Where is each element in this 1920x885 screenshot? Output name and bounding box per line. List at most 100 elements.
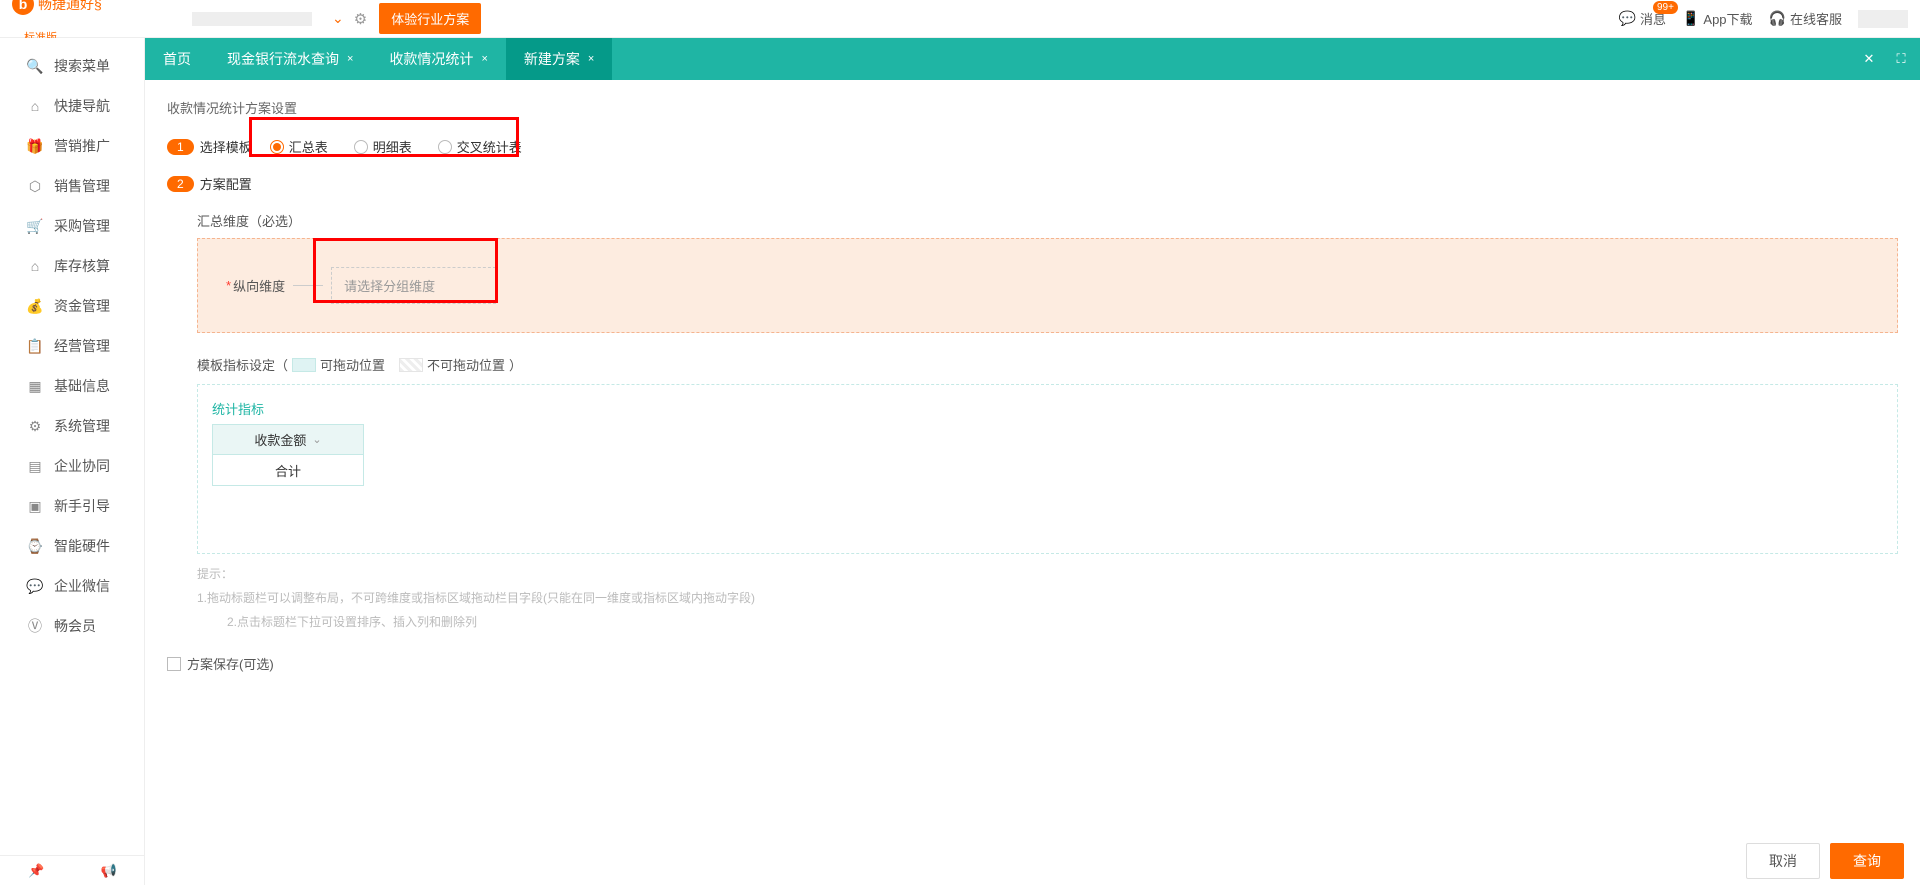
sidebar-item-icon: 🎁 [26, 138, 44, 155]
radio-dot-icon [438, 140, 452, 154]
sidebar-item-8[interactable]: ▦基础信息 [0, 366, 144, 406]
sidebar-item-7[interactable]: 📋 经营管理 [0, 326, 144, 366]
sidebar-item-label: 系统管理 [54, 416, 110, 436]
company-selector[interactable]: ⌄ [192, 10, 354, 27]
logo-icon: b [12, 0, 34, 15]
sidebar-item-label: 企业微信 [54, 576, 110, 596]
sidebar-item-4[interactable]: 🛒采购管理 [0, 206, 144, 246]
company-name-placeholder [192, 12, 312, 26]
query-button[interactable]: 查询 [1830, 843, 1904, 879]
sidebar-footer: 📌 📢 [0, 855, 145, 885]
messages-badge: 99+ [1653, 1, 1678, 14]
tab-label: 收款情况统计 [389, 49, 473, 69]
indicator-header: 统计指标 [212, 399, 1883, 418]
sidebar-item-14[interactable]: Ⓥ 畅会员 [0, 606, 144, 646]
cancel-button[interactable]: 取消 [1746, 843, 1820, 879]
required-star-icon: * [226, 278, 231, 293]
sidebar: 🔍 搜索菜单 ⌂快捷导航 🎁 营销推广 ⬡销售管理🛒采购管理 ⌂ 库存核算 💰 资金管理 📋 经营管理… [0, 38, 145, 885]
sidebar-item-icon: ▤ [26, 458, 44, 475]
hints: 提示： 1.拖动标题栏可以调整布局，不可跨维度或指标区域拖动栏目字段(只能在同一… [197, 562, 1898, 634]
nondraggable-swatch [399, 358, 423, 372]
tab-label: 现金银行流水查询 [227, 49, 339, 69]
avatar[interactable] [1858, 10, 1908, 28]
indicator-table: 收款金额 ⌄ 合计 [212, 424, 364, 486]
top-header: b 畅捷通好§ 标准版 ⌄ ⚙ 体验行业方案 💬 消息 99+ 📱 App下载 … [0, 0, 1920, 38]
close-all-tabs-icon[interactable]: ✕ [1860, 50, 1878, 68]
sidebar-item-3[interactable]: ⬡销售管理 [0, 166, 144, 206]
sidebar-item-icon: ⬡ [26, 178, 44, 195]
content: 收款情况统计方案设置 1 选择模板 汇总表 明细表 [145, 80, 1920, 885]
chevron-down-icon: ⌄ [332, 10, 344, 27]
sidebar-item-icon: Ⓥ [26, 616, 44, 636]
sidebar-item-2[interactable]: 🎁 营销推广 [0, 126, 144, 166]
save-scheme-row: 方案保存(可选) [167, 654, 1898, 673]
sidebar-item-13[interactable]: 💬企业微信 [0, 566, 144, 606]
tab-2[interactable]: 收款情况统计 × [371, 38, 505, 80]
radio-summary[interactable]: 汇总表 [270, 137, 328, 156]
phone-icon: 📱 [1682, 10, 1699, 27]
sidebar-item-label: 畅会员 [54, 616, 96, 636]
sidebar-item-icon: ⌚ [26, 538, 44, 555]
tab-close-icon[interactable]: × [588, 53, 594, 65]
sidebar-item-label: 库存核算 [54, 256, 110, 276]
sidebar-item-label: 新手引导 [54, 496, 110, 516]
sidebar-item-1[interactable]: ⌂快捷导航 [0, 86, 144, 126]
sidebar-item-icon: 💰 [26, 298, 44, 315]
sidebar-item-9[interactable]: ⚙ 系统管理 [0, 406, 144, 446]
sidebar-item-label: 搜索菜单 [54, 56, 110, 76]
save-scheme-checkbox[interactable] [167, 657, 181, 671]
tab-label: 首页 [163, 49, 191, 69]
sidebar-item-12[interactable]: ⌚智能硬件 [0, 526, 144, 566]
radio-cross[interactable]: 交叉统计表 [438, 137, 522, 156]
sidebar-item-icon: ▣ [26, 498, 44, 515]
tab-1[interactable]: 现金银行流水查询 × [209, 38, 371, 80]
tab-close-icon[interactable]: × [481, 53, 487, 65]
support-link[interactable]: 🎧 在线客服 [1769, 9, 1842, 28]
message-icon: 💬 [1619, 10, 1636, 27]
hint-label: 提示： [197, 567, 233, 581]
sidebar-item-label: 经营管理 [54, 336, 110, 356]
tab-0[interactable]: 首页 [145, 38, 209, 80]
indicator-amount-cell[interactable]: 收款金额 ⌄ [213, 425, 363, 455]
sidebar-item-11[interactable]: ▣ 新手引导 [0, 486, 144, 526]
tab-bar: 首页 现金银行流水查询 × 收款情况统计 × 新建方案 × ✕ ⛶ [145, 38, 1920, 80]
logo-text: 畅捷通好§ [38, 0, 102, 14]
tab-label: 新建方案 [524, 49, 580, 69]
tab-close-icon[interactable]: × [347, 53, 353, 65]
sidebar-item-label: 企业协同 [54, 456, 110, 476]
sidebar-item-icon: 📋 [26, 338, 44, 355]
sidebar-item-icon: ⌂ [26, 258, 44, 274]
template-radio-group: 汇总表 明细表 交叉统计表 [270, 137, 522, 156]
indicator-panel: 统计指标 收款金额 ⌄ 合计 [197, 384, 1898, 554]
support-label: 在线客服 [1790, 9, 1842, 28]
messages-link[interactable]: 💬 消息 99+ [1619, 9, 1666, 28]
footer-actions: 取消 查询 [1746, 843, 1904, 879]
group-dimension-dropzone[interactable]: 请选择分组维度 [331, 267, 496, 304]
sidebar-item-label: 资金管理 [54, 296, 110, 316]
sidebar-item-10[interactable]: ▤ 企业协同 [0, 446, 144, 486]
sidebar-item-6[interactable]: 💰 资金管理 [0, 286, 144, 326]
sidebar-item-icon: 🛒 [26, 218, 44, 235]
sidebar-item-0[interactable]: 🔍 搜索菜单 [0, 46, 144, 86]
announce-icon[interactable]: 📢 [101, 863, 117, 879]
tab-3[interactable]: 新建方案 × [506, 38, 612, 80]
hint-line-2: 2.点击标题栏下拉可设置排序、插入列和删除列 [227, 610, 1898, 634]
app-download-link[interactable]: 📱 App下载 [1682, 9, 1753, 28]
sidebar-item-icon: ⚙ [26, 418, 44, 435]
step1-badge: 1 [167, 139, 194, 155]
sidebar-item-label: 营销推广 [54, 136, 110, 156]
sidebar-item-label: 快捷导航 [54, 96, 110, 116]
try-industry-button[interactable]: 体验行业方案 [379, 3, 481, 34]
gear-icon[interactable]: ⚙ [354, 10, 367, 28]
sidebar-item-5[interactable]: ⌂ 库存核算 [0, 246, 144, 286]
main: 首页 现金银行流水查询 × 收款情况统计 × 新建方案 × ✕ ⛶ 收款情况统计方案设置 1… [145, 38, 1920, 885]
page-title: 收款情况统计方案设置 [167, 98, 1898, 117]
fullscreen-icon[interactable]: ⛶ [1892, 50, 1910, 68]
save-scheme-label: 方案保存(可选) [187, 654, 274, 673]
sidebar-item-icon: 🔍 [26, 58, 44, 75]
radio-detail[interactable]: 明细表 [354, 137, 412, 156]
indicator-total-cell[interactable]: 合计 [213, 455, 363, 485]
pin-icon[interactable]: 📌 [28, 863, 44, 879]
radio-dot-icon [270, 140, 284, 154]
required-section-title: 汇总维度（必选） [197, 211, 1898, 230]
